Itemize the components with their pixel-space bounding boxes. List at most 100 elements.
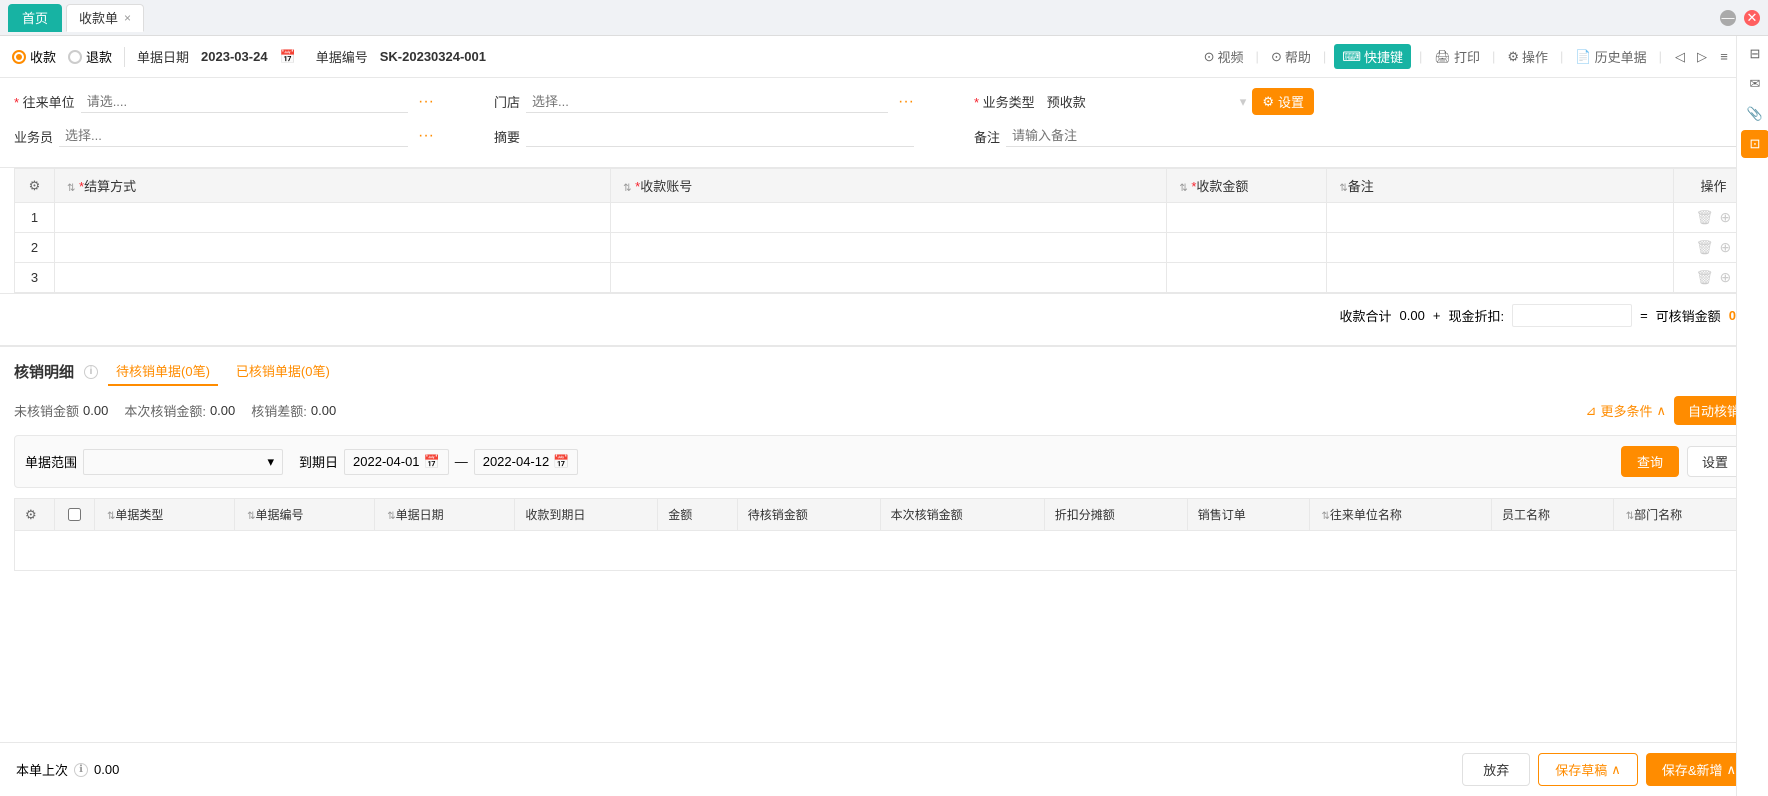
row-3-amount[interactable] bbox=[1167, 263, 1327, 293]
filter-settings-btn[interactable]: 设置 bbox=[1687, 446, 1743, 477]
range-label: 单据范围 bbox=[25, 452, 77, 471]
radio-refund[interactable]: 退款 bbox=[68, 47, 112, 66]
counterpart-field: 往来单位 ··· bbox=[14, 91, 434, 113]
tab-home[interactable]: 首页 bbox=[8, 4, 62, 32]
row-3-copy-icon[interactable]: ⊕ bbox=[1720, 269, 1732, 286]
toolbar-right: ⊙ 视频 | ⊙ 帮助 | ⌨ 快捷键 | 🖨 打印 | ⚙ 操作 bbox=[1200, 44, 1756, 69]
tab-current[interactable]: 收款单 × bbox=[66, 4, 144, 32]
row-2-settlement[interactable] bbox=[55, 233, 611, 263]
tab-home-label: 首页 bbox=[22, 8, 48, 27]
col-department: ⇅部门名称 bbox=[1613, 499, 1753, 531]
save-draft-button[interactable]: 保存草稿 ∧ bbox=[1538, 753, 1638, 786]
radio-receive-circle bbox=[12, 50, 26, 64]
row-2-amount[interactable] bbox=[1167, 233, 1327, 263]
footer: 本单上次 ℹ 0.00 放弃 保存草稿 ∧ 保存&新增 ∧ bbox=[0, 742, 1768, 796]
business-type-label: 业务类型 bbox=[974, 92, 1035, 111]
top-toolbar: 收款 退款 单据日期 2023-03-24 📅 单据编号 SK-20230324… bbox=[0, 36, 1768, 78]
shortcut-btn[interactable]: ⌨ 快捷键 bbox=[1334, 44, 1411, 69]
row-2-copy-icon[interactable]: ⊕ bbox=[1720, 239, 1732, 256]
done-tab[interactable]: 已核销单据(0笔) bbox=[228, 357, 338, 386]
history-btn[interactable]: 📄 历史单据 bbox=[1571, 45, 1650, 68]
layout-list-icon[interactable]: ≡ bbox=[1714, 47, 1734, 67]
pending-tab[interactable]: 待核销单据(0笔) bbox=[108, 357, 218, 386]
form-settings-btn[interactable]: ⚙ 设置 bbox=[1252, 88, 1314, 115]
operation-icon: ⚙ bbox=[1507, 49, 1519, 65]
row-1-remark[interactable] bbox=[1327, 203, 1674, 233]
row-2-delete-icon[interactable]: 🗑 bbox=[1696, 239, 1714, 256]
store-more-icon[interactable]: ··· bbox=[898, 93, 914, 111]
row-3-account[interactable] bbox=[611, 263, 1167, 293]
help-btn[interactable]: ⊙ 帮助 bbox=[1267, 45, 1315, 68]
available-label: 可核销金额 bbox=[1656, 306, 1721, 325]
counterpart-more-icon[interactable]: ··· bbox=[418, 93, 434, 111]
tab-current-label: 收款单 bbox=[79, 8, 118, 27]
select-all-checkbox[interactable] bbox=[68, 508, 81, 521]
row-1-amount[interactable] bbox=[1167, 203, 1327, 233]
summary-input[interactable] bbox=[526, 125, 914, 147]
table-gear-icon[interactable]: ⚙ bbox=[29, 178, 41, 193]
remark-input[interactable] bbox=[1006, 125, 1754, 147]
calendar-from-icon: 📅 bbox=[424, 454, 440, 470]
uncancelled-stat: 未核销金额 0.00 bbox=[14, 401, 108, 420]
row-2-account[interactable] bbox=[611, 233, 1167, 263]
query-btn[interactable]: 查询 bbox=[1621, 446, 1679, 477]
row-1-account[interactable] bbox=[611, 203, 1167, 233]
salesman-input[interactable] bbox=[59, 125, 408, 147]
sidebar-table-icon[interactable]: ⊟ bbox=[1741, 40, 1768, 68]
window-minimize-button[interactable]: — bbox=[1720, 10, 1736, 26]
date-value: 2023-03-24 bbox=[201, 49, 268, 64]
row-1-settlement[interactable] bbox=[55, 203, 611, 233]
video-btn[interactable]: ⊙ 视频 bbox=[1200, 45, 1248, 68]
sidebar-attachment-icon[interactable]: 📎 bbox=[1741, 100, 1768, 128]
bottom-gear-icon[interactable]: ⚙ bbox=[25, 507, 37, 522]
col-receipt-amount: ⇅ *收款金额 bbox=[1167, 169, 1327, 203]
bottom-empty-row bbox=[15, 531, 1754, 571]
counterpart-input[interactable] bbox=[81, 91, 408, 113]
summary-label: 摘要 bbox=[494, 127, 520, 146]
row-1-copy-icon[interactable]: ⊕ bbox=[1720, 209, 1732, 226]
sidebar-layout-icon[interactable]: ⊡ bbox=[1741, 130, 1768, 158]
shortcut-icon: ⌨ bbox=[1342, 49, 1361, 65]
tab-close-icon[interactable]: × bbox=[124, 11, 131, 25]
current-stat: 本次核销金额: 0.00 bbox=[124, 401, 235, 420]
more-conditions-btn[interactable]: ⊿ 更多条件 ∧ bbox=[1586, 401, 1666, 420]
footer-value: 0.00 bbox=[94, 762, 119, 777]
date-from-input[interactable]: 2022-04-01 📅 bbox=[344, 449, 449, 475]
row-3-remark[interactable] bbox=[1327, 263, 1674, 293]
section-info-icon[interactable]: i bbox=[84, 365, 98, 379]
date-filter: 到期日 2022-04-01 📅 — 2022-04-12 📅 bbox=[299, 449, 578, 475]
salesman-more-icon[interactable]: ··· bbox=[418, 127, 434, 145]
row-3-delete-icon[interactable]: 🗑 bbox=[1696, 269, 1714, 286]
calendar-icon[interactable]: 📅 bbox=[280, 49, 296, 65]
range-select[interactable]: ▾ bbox=[83, 449, 283, 475]
row-3-settlement[interactable] bbox=[55, 263, 611, 293]
window-close-button[interactable]: ✕ bbox=[1744, 10, 1760, 26]
store-input[interactable] bbox=[526, 91, 888, 113]
sidebar-mail-icon[interactable]: ✉ bbox=[1741, 70, 1768, 98]
window-controls: — ✕ bbox=[1720, 10, 1760, 26]
footer-info-icon[interactable]: ℹ bbox=[74, 763, 88, 777]
discard-button[interactable]: 放弃 bbox=[1462, 753, 1530, 786]
col-due-date: 收款到期日 bbox=[515, 499, 658, 531]
stats-row: 未核销金额 0.00 本次核销金额: 0.00 核销差额: 0.00 ⊿ 更多条… bbox=[14, 396, 1754, 425]
row-1-delete-icon[interactable]: 🗑 bbox=[1696, 209, 1714, 226]
section-title: 核销明细 bbox=[14, 361, 74, 382]
layout-prev-icon[interactable]: ◁ bbox=[1670, 47, 1690, 67]
total-value: 0.00 bbox=[1400, 308, 1425, 323]
row-2-remark[interactable] bbox=[1327, 233, 1674, 263]
date-to-input[interactable]: 2022-04-12 📅 bbox=[474, 449, 579, 475]
table-gear-header[interactable]: ⚙ bbox=[15, 169, 55, 203]
business-type-dropdown-icon[interactable]: ▾ bbox=[1240, 94, 1247, 110]
operation-btn[interactable]: ⚙ 操作 bbox=[1503, 45, 1552, 68]
store-label: 门店 bbox=[494, 92, 520, 111]
print-btn[interactable]: 🖨 打印 bbox=[1430, 45, 1484, 68]
layout-next-icon[interactable]: ▷ bbox=[1692, 47, 1712, 67]
diff-stat: 核销差额: 0.00 bbox=[251, 401, 336, 420]
col-doc-date: ⇅单据日期 bbox=[375, 499, 515, 531]
radio-receive[interactable]: 收款 bbox=[12, 47, 56, 66]
bottom-checkbox-header[interactable] bbox=[55, 499, 95, 531]
bottom-gear-header[interactable]: ⚙ bbox=[15, 499, 55, 531]
row-1-num: 1 bbox=[15, 203, 55, 233]
col-discount: 折扣分摊额 bbox=[1044, 499, 1187, 531]
discount-input[interactable] bbox=[1512, 304, 1632, 327]
